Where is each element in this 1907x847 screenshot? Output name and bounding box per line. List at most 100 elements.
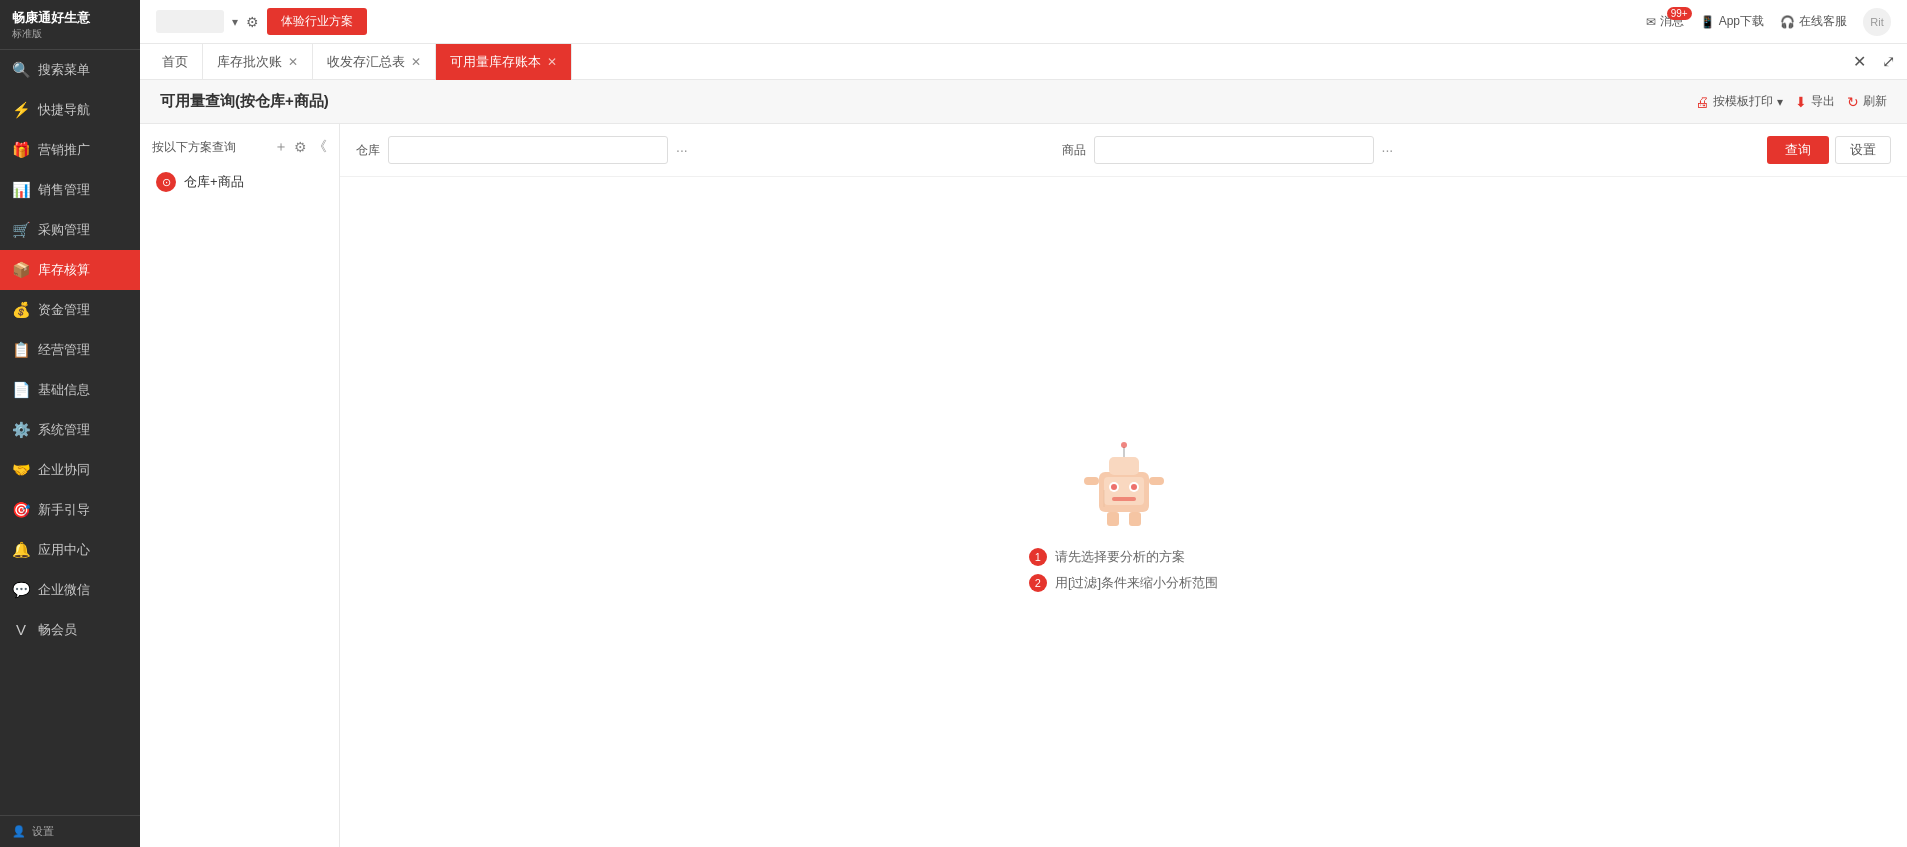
sidebar: 畅康通好生意 标准版 🔍搜索菜单⚡快捷导航🎁营销推广📊销售管理 🛒 采购管理 📦库存核…	[0, 0, 140, 847]
sidebar-icon-2: 🎁	[12, 141, 30, 159]
print-btn[interactable]: 🖨 按模板打印 ▾	[1695, 93, 1783, 110]
hint-num-1: 1	[1029, 548, 1047, 566]
sidebar-label-4: 采购管理	[38, 221, 90, 239]
sidebar-item-快捷导航[interactable]: ⚡快捷导航	[0, 90, 140, 130]
sidebar-icon-5: 📦	[12, 261, 30, 279]
app-title: 畅康通好生意	[12, 10, 128, 27]
print-dropdown-icon[interactable]: ▾	[1777, 95, 1783, 109]
app-subtitle: 标准版	[12, 27, 128, 41]
empty-hints: 1 请先选择要分析的方案 2 用[过滤]条件来缩小分析范围	[1029, 548, 1218, 592]
mobile-icon: 📱	[1700, 15, 1715, 29]
content-area: 按以下方案查询 ＋ ⚙ 《 ⊙ 仓库+商品 仓库	[140, 124, 1907, 847]
sidebar-item-企业微信[interactable]: 💬 企业微信	[0, 570, 140, 610]
sidebar-label-8: 基础信息	[38, 381, 90, 399]
empty-hint-1: 1 请先选择要分析的方案	[1029, 548, 1218, 566]
empty-hint-2: 2 用[过滤]条件来缩小分析范围	[1029, 574, 1218, 592]
sidebar-item-系统管理[interactable]: ⚙️系统管理	[0, 410, 140, 450]
product-label: 商品	[1062, 142, 1086, 159]
collapse-filter-btn[interactable]: 《	[313, 138, 327, 156]
breadcrumb-dropdown[interactable]: ▾	[232, 15, 238, 29]
filter-actions: ＋ ⚙ 《	[274, 138, 327, 156]
sidebar-item-采购管理[interactable]: 🛒 采购管理	[0, 210, 140, 250]
hint-num-2: 2	[1029, 574, 1047, 592]
online-service-btn[interactable]: 🎧 在线客服	[1780, 13, 1847, 30]
sidebar-label-10: 企业协同	[38, 461, 90, 479]
tab-label-3: 可用量库存账本	[450, 53, 541, 71]
tab-0[interactable]: 首页	[148, 44, 203, 80]
tab-close-3[interactable]: ✕	[547, 55, 557, 69]
sidebar-icon-1: ⚡	[12, 101, 30, 119]
product-input[interactable]	[1094, 136, 1374, 164]
topbar-right: ✉ 消息 99+ 📱 App下载 🎧 在线客服 Rit	[1646, 8, 1891, 36]
sidebar-item-库存核算[interactable]: 📦库存核算	[0, 250, 140, 290]
sidebar-icon-11: 🎯	[12, 501, 30, 519]
close-tab-btn[interactable]: ✕	[1849, 50, 1870, 73]
svg-rect-10	[1149, 477, 1164, 485]
page-header: 可用量查询(按仓库+商品) 🖨 按模板打印 ▾ ⬇ 导出 ↻ 刷新	[140, 80, 1907, 124]
sidebar-item-资金管理[interactable]: 💰资金管理	[0, 290, 140, 330]
tab-1[interactable]: 库存批次账✕	[203, 44, 313, 80]
trial-btn[interactable]: 体验行业方案	[267, 8, 367, 35]
tab-3[interactable]: 可用量库存账本 ✕	[436, 44, 572, 80]
avatar[interactable]: Rit	[1863, 8, 1891, 36]
sidebar-item-基础信息[interactable]: 📄 基础信息	[0, 370, 140, 410]
query-bar: 仓库 ··· 商品 ··· 查询 设置	[340, 124, 1907, 177]
refresh-label: 刷新	[1863, 93, 1887, 110]
sidebar-icon-4: 🛒	[12, 221, 30, 239]
sidebar-icon-7: 📋	[12, 341, 30, 359]
message-btn[interactable]: ✉ 消息 99+	[1646, 13, 1684, 30]
svg-rect-11	[1109, 457, 1139, 475]
sidebar-label-0: 搜索菜单	[38, 61, 90, 79]
sidebar-item-企业协同[interactable]: 🤝企业协同	[0, 450, 140, 490]
warehouse-more-btn[interactable]: ···	[676, 142, 688, 158]
sidebar-icon-13: 💬	[12, 581, 30, 599]
filter-item-warehouse-product[interactable]: ⊙ 仓库+商品	[140, 164, 339, 200]
sidebar-icon-8: 📄	[12, 381, 30, 399]
gear-icon[interactable]: ⚙	[246, 14, 259, 30]
export-btn[interactable]: ⬇ 导出	[1795, 93, 1835, 110]
sidebar-logo: 畅康通好生意 标准版	[0, 0, 140, 50]
refresh-btn[interactable]: ↻ 刷新	[1847, 93, 1887, 110]
add-filter-btn[interactable]: ＋	[274, 138, 288, 156]
product-more-btn[interactable]: ···	[1382, 142, 1394, 158]
sidebar-bottom-text: 设置	[32, 824, 54, 839]
settings-filter-btn[interactable]: ⚙	[294, 139, 307, 155]
svg-point-13	[1121, 442, 1127, 448]
sidebar-label-14: 畅会员	[38, 621, 77, 639]
tab-label-0: 首页	[162, 53, 188, 71]
export-icon: ⬇	[1795, 94, 1807, 110]
sidebar-label-7: 经营管理	[38, 341, 90, 359]
sidebar-item-搜索菜单[interactable]: 🔍搜索菜单	[0, 50, 140, 90]
maximize-btn[interactable]: ⤢	[1878, 50, 1899, 73]
warehouse-label: 仓库	[356, 142, 380, 159]
export-label: 导出	[1811, 93, 1835, 110]
svg-point-4	[1111, 484, 1117, 490]
sidebar-item-畅会员[interactable]: V 畅会员	[0, 610, 140, 650]
tab-close-2[interactable]: ✕	[411, 55, 421, 69]
sidebar-icon-14: V	[12, 621, 30, 638]
sidebar-item-新手引导[interactable]: 🎯新手引导	[0, 490, 140, 530]
sidebar-item-经营管理[interactable]: 📋 经营管理	[0, 330, 140, 370]
sidebar-icon-12: 🔔	[12, 541, 30, 559]
sidebar-bottom: 👤 设置	[0, 815, 140, 847]
tab-close-1[interactable]: ✕	[288, 55, 298, 69]
breadcrumb	[156, 10, 224, 33]
empty-hint-2-text: 用[过滤]条件来缩小分析范围	[1055, 574, 1218, 592]
warehouse-input[interactable]	[388, 136, 668, 164]
sidebar-item-营销推广[interactable]: 🎁营销推广	[0, 130, 140, 170]
sidebar-label-3: 销售管理	[38, 181, 90, 199]
app-download-btn[interactable]: 📱 App下载	[1700, 13, 1764, 30]
tab-2[interactable]: 收发存汇总表 ✕	[313, 44, 436, 80]
sidebar-label-12: 应用中心	[38, 541, 90, 559]
sidebar-label-6: 资金管理	[38, 301, 90, 319]
svg-rect-8	[1129, 512, 1141, 526]
sidebar-item-销售管理[interactable]: 📊销售管理	[0, 170, 140, 210]
sidebar-nav: 🔍搜索菜单⚡快捷导航🎁营销推广📊销售管理 🛒 采购管理 📦库存核算💰资金管理 📋 经营管理…	[0, 50, 140, 815]
column-settings-btn[interactable]: 设置	[1835, 136, 1891, 164]
tab-label-2: 收发存汇总表	[327, 53, 405, 71]
sidebar-label-13: 企业微信	[38, 581, 90, 599]
query-btn[interactable]: 查询	[1767, 136, 1829, 164]
message-icon: ✉	[1646, 15, 1656, 29]
filter-header: 按以下方案查询 ＋ ⚙ 《	[140, 134, 339, 164]
sidebar-item-应用中心[interactable]: 🔔 应用中心	[0, 530, 140, 570]
